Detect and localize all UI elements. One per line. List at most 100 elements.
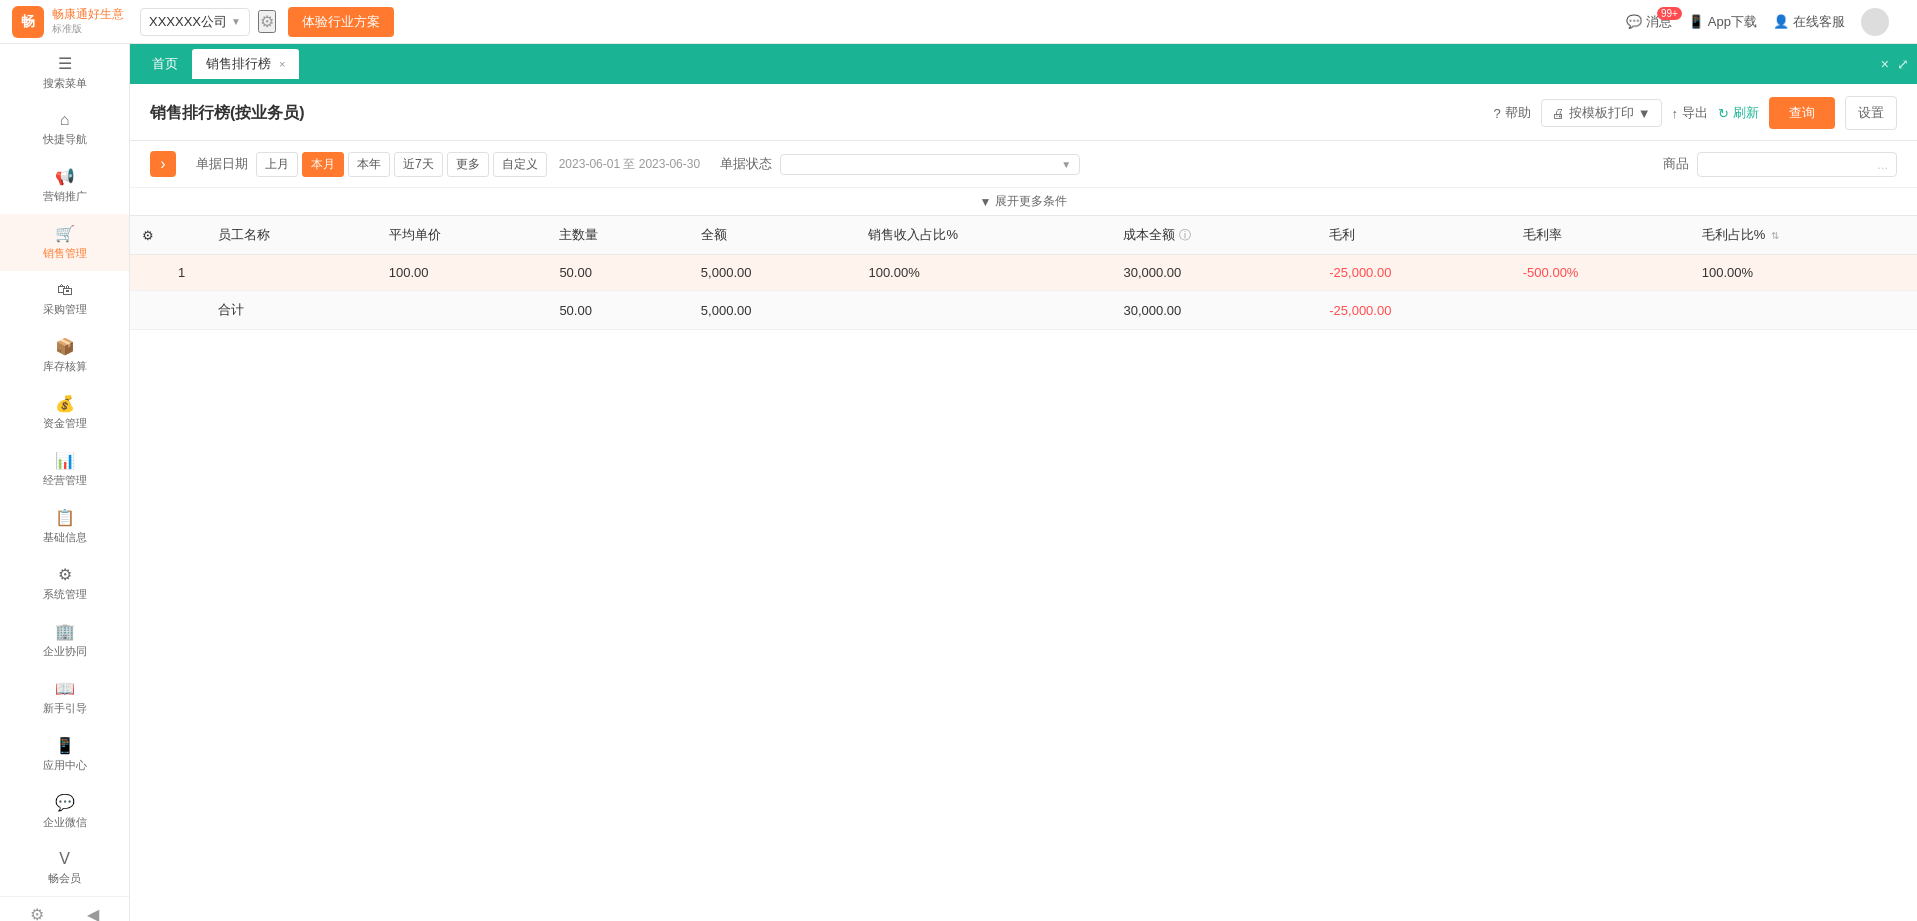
app-download-label: App下载	[1708, 13, 1757, 31]
row-rank: 1	[166, 255, 206, 291]
maximize-icon[interactable]: ⤢	[1897, 56, 1909, 72]
sidebar-icon-marketing: 📢	[55, 167, 75, 186]
company-dropdown-arrow: ▼	[231, 16, 241, 27]
sidebar-icon-finance: 💰	[55, 394, 75, 413]
company-settings-button[interactable]: ⚙	[258, 10, 276, 33]
footer-avg-price	[377, 291, 548, 330]
cost-help-icon[interactable]: ⓘ	[1179, 228, 1191, 242]
footer-amount: 5,000.00	[689, 291, 857, 330]
refresh-label: 刷新	[1733, 104, 1759, 122]
sidebar-item-member[interactable]: V 畅会员	[0, 840, 129, 896]
page-header: 销售排行榜(按业务员) ? 帮助 🖨 按模板打印 ▼	[130, 84, 1917, 141]
col-header-employee: 员工名称	[206, 216, 377, 255]
sidebar-settings-icon[interactable]: ⚙	[30, 905, 44, 921]
table-container: ⚙ 员工名称 平均单价 主数量 全额 销售收入占比% 成本全额 ⓘ 毛	[130, 216, 1917, 921]
date-btn-this-year[interactable]: 本年	[348, 152, 390, 177]
sidebar-item-system[interactable]: ⚙ 系统管理	[0, 555, 129, 612]
tab-close-icon[interactable]: ×	[279, 58, 285, 70]
tab-sales-label: 销售排行榜	[206, 55, 271, 73]
row-gross-rate: -500.00%	[1511, 255, 1690, 291]
date-btn-more[interactable]: 更多	[447, 152, 489, 177]
export-button[interactable]: ↑ 导出	[1672, 104, 1709, 122]
sidebar-icon-purchase: 🛍	[57, 281, 73, 299]
page-title: 销售排行榜(按业务员)	[150, 103, 305, 124]
date-btn-custom[interactable]: 自定义	[493, 152, 547, 177]
sidebar-item-operations[interactable]: 📊 经营管理	[0, 441, 129, 498]
sidebar-label-purchase: 采购管理	[43, 302, 87, 317]
col-header-cost: 成本全额 ⓘ	[1111, 216, 1317, 255]
col-header-avg-price: 平均单价	[377, 216, 548, 255]
sidebar-item-enterprise[interactable]: 🏢 企业协同	[0, 612, 129, 669]
sidebar-item-wechat[interactable]: 💬 企业微信	[0, 783, 129, 840]
sidebar-label-finance: 资金管理	[43, 416, 87, 431]
company-selector[interactable]: XXXXXX公司 ▼	[140, 8, 250, 36]
close-window-icon[interactable]: ×	[1881, 56, 1889, 72]
experience-btn[interactable]: 体验行业方案	[288, 7, 394, 37]
sidebar-icon-member: V	[59, 850, 70, 868]
sidebar-item-sales[interactable]: 🛒 销售管理	[0, 214, 129, 271]
row-employee	[206, 255, 377, 291]
tab-home[interactable]: 首页	[138, 49, 192, 79]
logo-area: 畅 畅康通好生意 标准版	[12, 6, 124, 38]
sidebar-label-app-center: 应用中心	[43, 758, 87, 773]
footer-sales-ratio	[856, 291, 1111, 330]
date-btn-last-month[interactable]: 上月	[256, 152, 298, 177]
sidebar-item-marketing[interactable]: 📢 营销推广	[0, 157, 129, 214]
sidebar: ☰ 搜索菜单 ⌂ 快捷导航 📢 营销推广 🛒 销售管理 🛍 采购管理 📦 库存核…	[0, 44, 130, 921]
sidebar-label-guide: 新手引导	[43, 701, 87, 716]
home-tab-label: 首页	[152, 55, 178, 73]
date-btn-this-month[interactable]: 本月	[302, 152, 344, 177]
expand-conditions-row[interactable]: ▼ 展开更多条件	[130, 187, 1917, 215]
col-header-sales-ratio: 销售收入占比%	[856, 216, 1111, 255]
footer-gross-ratio	[1690, 291, 1917, 330]
print-dropdown-arrow: ▼	[1638, 106, 1651, 121]
sidebar-label-system: 系统管理	[43, 587, 87, 602]
sidebar-label-operations: 经营管理	[43, 473, 87, 488]
sidebar-collapse-icon[interactable]: ◀	[87, 905, 99, 921]
row-sales-ratio: 100.00%	[856, 255, 1111, 291]
sidebar-item-quick-nav[interactable]: ⌂ 快捷导航	[0, 101, 129, 157]
sidebar-item-finance[interactable]: 💰 资金管理	[0, 384, 129, 441]
status-select[interactable]: ▼	[780, 154, 1080, 175]
print-icon: 🖨	[1552, 106, 1565, 121]
row-avg-price: 100.00	[377, 255, 548, 291]
content-area: 首页 销售排行榜 × × ⤢ 销售排行榜(按业务员)	[130, 44, 1917, 921]
help-button[interactable]: ? 帮助	[1493, 104, 1530, 122]
sidebar-item-basic-info[interactable]: 📋 基础信息	[0, 498, 129, 555]
export-label: 导出	[1682, 104, 1708, 122]
filter-toggle-btn[interactable]: ›	[150, 151, 176, 177]
settings-button[interactable]: 设置	[1845, 96, 1897, 130]
refresh-button[interactable]: ↻ 刷新	[1718, 104, 1759, 122]
filter-main-row: › 单据日期 上月 本月 本年 近7天 更多 自定义	[130, 141, 1917, 187]
gross-ratio-sort-icon[interactable]: ⇅	[1771, 230, 1779, 241]
sidebar-item-app-center[interactable]: 📱 应用中心	[0, 726, 129, 783]
footer-gross-rate	[1511, 291, 1690, 330]
tab-sales-ranking[interactable]: 销售排行榜 ×	[192, 49, 299, 79]
user-avatar[interactable]	[1861, 8, 1889, 36]
col-header-gross-rate: 毛利率	[1511, 216, 1690, 255]
col-header-settings[interactable]: ⚙	[130, 216, 166, 255]
sidebar-item-purchase[interactable]: 🛍 采购管理	[0, 271, 129, 327]
logo-subtitle: 标准版	[52, 22, 124, 36]
sidebar-icon-wechat: 💬	[55, 793, 75, 812]
tab-bar: 首页 销售排行榜 × × ⤢	[130, 44, 1917, 84]
sidebar-item-inventory[interactable]: 📦 库存核算	[0, 327, 129, 384]
footer-gross: -25,000.00	[1317, 291, 1511, 330]
footer-main-qty: 50.00	[547, 291, 688, 330]
print-button[interactable]: 🖨 按模板打印 ▼	[1541, 99, 1662, 127]
date-btn-7days[interactable]: 近7天	[394, 152, 443, 177]
app-download-button[interactable]: 📱 App下载	[1688, 13, 1757, 31]
sidebar-item-guide[interactable]: 📖 新手引导	[0, 669, 129, 726]
expand-conditions-label: 展开更多条件	[995, 193, 1067, 210]
logo-main-text: 畅康通好生意	[52, 7, 124, 21]
online-service-button[interactable]: 👤 在线客服	[1773, 13, 1845, 31]
sidebar-icon-guide: 📖	[55, 679, 75, 698]
sidebar-label-member: 畅会员	[48, 871, 81, 886]
notification-icon: 💬	[1626, 14, 1642, 29]
query-button[interactable]: 查询	[1769, 97, 1835, 129]
col-header-rank	[166, 216, 206, 255]
sidebar-label-enterprise: 企业协同	[43, 644, 87, 659]
goods-input[interactable]: ...	[1697, 152, 1897, 177]
sidebar-item-search-orders[interactable]: ☰ 搜索菜单	[0, 44, 129, 101]
notification-button[interactable]: 💬 消息 99+	[1626, 13, 1672, 31]
